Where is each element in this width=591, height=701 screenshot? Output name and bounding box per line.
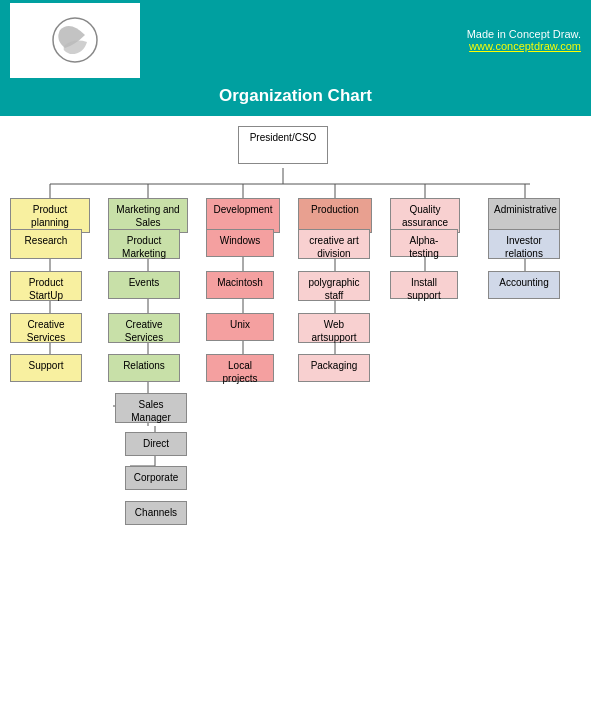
node-sales-manager[interactable]: Sales Manager: [115, 393, 187, 423]
made-in-text: Made in Concept Draw.: [467, 28, 581, 40]
node-windows[interactable]: Windows: [206, 229, 274, 257]
node-corporate[interactable]: Corporate: [125, 466, 187, 490]
node-production[interactable]: Production: [298, 198, 372, 233]
node-president[interactable]: President/CSO: [238, 126, 328, 164]
node-support[interactable]: Support: [10, 354, 82, 382]
node-install-support[interactable]: Install support: [390, 271, 458, 299]
node-polygraphic[interactable]: polygraphic staff: [298, 271, 370, 301]
logo-area: [10, 3, 140, 78]
node-development[interactable]: Development: [206, 198, 280, 233]
header-bar: Made in Concept Draw. www.conceptdraw.co…: [0, 0, 591, 80]
node-local-projects[interactable]: Local projects: [206, 354, 274, 382]
node-channels[interactable]: Channels: [125, 501, 187, 525]
logo-icon: [45, 10, 105, 70]
node-creative-art[interactable]: creative art division: [298, 229, 370, 259]
node-direct[interactable]: Direct: [125, 432, 187, 456]
node-packaging[interactable]: Packaging: [298, 354, 370, 382]
node-macintosh[interactable]: Macintosh: [206, 271, 274, 299]
node-product-planning[interactable]: Product planning: [10, 198, 90, 233]
node-unix[interactable]: Unix: [206, 313, 274, 341]
node-web-artsupport[interactable]: Web artsupport: [298, 313, 370, 343]
node-research[interactable]: Research: [10, 229, 82, 259]
node-creative-services-1[interactable]: Creative Services: [10, 313, 82, 343]
node-product-startup[interactable]: Product StartUp: [10, 271, 82, 301]
node-creative-services-2[interactable]: Creative Services: [108, 313, 180, 343]
node-product-marketing[interactable]: Product Marketing: [108, 229, 180, 259]
chart-area: President/CSO Product planning Marketing…: [0, 116, 591, 701]
node-accounting[interactable]: Accounting: [488, 271, 560, 299]
node-administrative[interactable]: Administrative: [488, 198, 560, 233]
node-alpha-testing[interactable]: Alpha-testing: [390, 229, 458, 257]
node-quality-assurance[interactable]: Quality assurance: [390, 198, 460, 233]
concept-link[interactable]: www.conceptdraw.com: [469, 40, 581, 52]
header-title-area: Made in Concept Draw. www.conceptdraw.co…: [150, 28, 591, 52]
chart-title-bar: Organization Chart: [0, 80, 591, 116]
node-marketing-sales[interactable]: Marketing and Sales: [108, 198, 188, 233]
node-events[interactable]: Events: [108, 271, 180, 299]
node-investor-relations[interactable]: Investor relations: [488, 229, 560, 259]
node-relations[interactable]: Relations: [108, 354, 180, 382]
chart-title: Organization Chart: [219, 86, 372, 105]
